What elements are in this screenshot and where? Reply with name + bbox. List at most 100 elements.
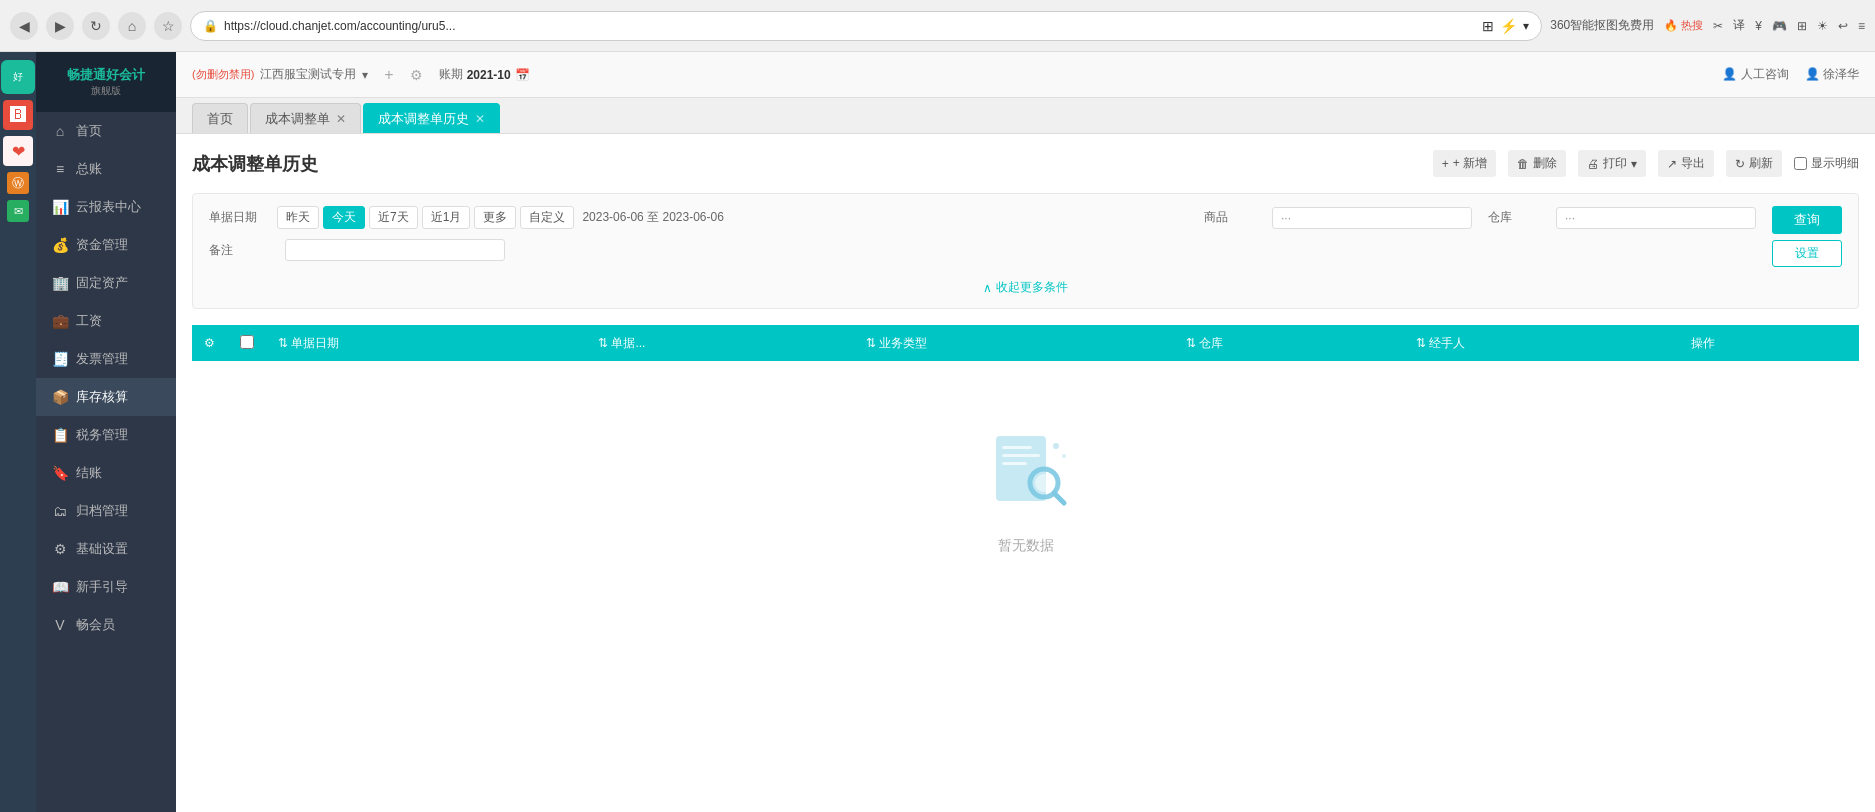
consultant-btn[interactable]: 👤 人工咨询 — [1722, 66, 1788, 83]
date-filter-label: 单据日期 — [209, 209, 269, 226]
th-warehouse[interactable]: ⇅ 仓库 — [1174, 325, 1404, 361]
sidebar-item-guide[interactable]: 📖 新手引导 — [36, 568, 176, 606]
date-btn-more[interactable]: 更多 — [474, 206, 516, 229]
sidebar-menu: ⌂首页≡总账📊云报表中心💰资金管理🏢固定资产💼工资🧾发票管理📦库存核算📋税务管理… — [36, 112, 176, 812]
company-dropdown-icon: ▾ — [362, 68, 368, 82]
undo-icon[interactable]: ↩ — [1838, 19, 1848, 33]
warehouse-select[interactable]: ··· — [1556, 207, 1756, 229]
tab-label-home: 首页 — [207, 110, 233, 128]
th-date-label: ⇅ — [278, 336, 288, 350]
query-btn[interactable]: 查询 — [1772, 206, 1842, 234]
refresh-button[interactable]: ↻ — [82, 12, 110, 40]
svg-rect-3 — [1002, 462, 1027, 465]
date-btn-yesterday[interactable]: 昨天 — [277, 206, 319, 229]
sidebar-item-archive[interactable]: 🗂归档管理 — [36, 492, 176, 530]
sidebar-label-vip: 畅会员 — [76, 616, 115, 634]
date-btn-1month[interactable]: 近1月 — [422, 206, 471, 229]
user-info[interactable]: 👤 徐泽华 — [1805, 66, 1859, 83]
company-name: 江西服宝测试专用 — [260, 66, 356, 83]
sidebar-item-inventory[interactable]: 📦库存核算 — [36, 378, 176, 416]
sidebar-icon-salary: 💼 — [52, 313, 68, 329]
tab-cost-adjust[interactable]: 成本调整单✕ — [250, 103, 361, 133]
sidebar-item-home[interactable]: ⌂首页 — [36, 112, 176, 150]
lightning-icon: ⚡ — [1500, 18, 1517, 34]
sidebar-label-guide: 新手引导 — [76, 578, 128, 596]
th-date[interactable]: ⇅ 单据日期 — [266, 325, 586, 361]
currency-icon[interactable]: ¥ — [1755, 19, 1762, 33]
translate-icon[interactable]: 译 — [1733, 17, 1745, 34]
period-selector[interactable]: 账期 2021-10 📅 — [439, 66, 530, 83]
print-dropdown-icon: ▾ — [1631, 157, 1637, 171]
sidebar-logo: 畅捷通好会计 旗舰版 — [36, 52, 176, 112]
setup-btn[interactable]: 设置 — [1772, 240, 1842, 267]
sidebar-item-vip[interactable]: V畅会员 — [36, 606, 176, 644]
icon-bar-item3[interactable]: ✉ — [7, 200, 29, 222]
sidebar-item-fixed-assets[interactable]: 🏢固定资产 — [36, 264, 176, 302]
display-checkbox[interactable] — [1794, 157, 1807, 170]
tab-close-cost-adjust[interactable]: ✕ — [336, 112, 346, 126]
sidebar-icon-guide: 📖 — [52, 579, 68, 595]
delete-btn[interactable]: 🗑 删除 — [1508, 150, 1566, 177]
sidebar-item-reports[interactable]: 📊云报表中心 — [36, 188, 176, 226]
sidebar-item-funds[interactable]: 💰资金管理 — [36, 226, 176, 264]
sidebar-item-ledger[interactable]: ≡总账 — [36, 150, 176, 188]
sidebar-item-settings[interactable]: ⚙基础设置 — [36, 530, 176, 568]
th-action: 操作 — [1679, 325, 1859, 361]
cut-icon[interactable]: ✂ — [1713, 19, 1723, 33]
sidebar-item-invoice[interactable]: 🧾发票管理 — [36, 340, 176, 378]
date-btn-today[interactable]: 今天 — [323, 206, 365, 229]
new-btn[interactable]: + + 新增 — [1433, 150, 1496, 177]
lock-icon: 🔒 — [203, 19, 218, 33]
sidebar-item-salary[interactable]: 💼工资 — [36, 302, 176, 340]
icon-bar-item1[interactable]: ❤ — [3, 136, 33, 166]
date-btn-custom[interactable]: 自定义 — [520, 206, 574, 229]
remark-input[interactable] — [285, 239, 505, 261]
th-handler[interactable]: ⇅ 经手人 — [1404, 325, 1679, 361]
refresh-btn[interactable]: ↻ 刷新 — [1726, 150, 1782, 177]
new-icon: + — [1442, 157, 1449, 171]
date-btn-7days[interactable]: 近7天 — [369, 206, 418, 229]
home-button[interactable]: ⌂ — [118, 12, 146, 40]
grid-icon: ⊞ — [1482, 18, 1494, 34]
settings-icon[interactable]: ⚙ — [410, 67, 423, 83]
tab-close-cost-adjust-history[interactable]: ✕ — [475, 112, 485, 126]
tab-cost-adjust-history[interactable]: 成本调整单历史✕ — [363, 103, 500, 133]
date-range: 2023-06-06 至 2023-06-06 — [582, 209, 723, 226]
forward-button[interactable]: ▶ — [46, 12, 74, 40]
th-number[interactable]: ⇅ 单据... — [586, 325, 854, 361]
filter-row-1: 单据日期 昨天今天近7天近1月更多自定义 2023-06-06 至 2023-0… — [209, 206, 1756, 229]
export-btn[interactable]: ↗ 导出 — [1658, 150, 1714, 177]
back-button[interactable]: ◀ — [10, 12, 38, 40]
tab-home[interactable]: 首页 — [192, 103, 248, 133]
add-company-btn[interactable]: + — [384, 66, 393, 84]
sidebar-item-closing[interactable]: 🔖结账 — [36, 454, 176, 492]
star-button[interactable]: ☆ — [154, 12, 182, 40]
collapse-btn[interactable]: ∧ 收起更多条件 — [983, 279, 1068, 296]
th-checkbox[interactable] — [228, 325, 266, 361]
print-btn[interactable]: 🖨 打印 ▾ — [1578, 150, 1646, 177]
svg-rect-2 — [1002, 454, 1040, 457]
address-bar[interactable]: 🔒 https://cloud.chanjet.com/accounting/u… — [190, 11, 1542, 41]
windows-icon[interactable]: ⊞ — [1797, 19, 1807, 33]
browser-toolbar: 360智能抠图免费用 🔥 热搜 ✂ 译 ¥ 🎮 ⊞ ☀ ↩ ≡ — [1550, 17, 1865, 34]
icon-bar: 好 🅱 ❤ Ⓦ ✉ — [0, 52, 36, 812]
menu-icon[interactable]: ≡ — [1858, 19, 1865, 33]
th-settings[interactable]: ⚙ — [192, 325, 228, 361]
sidebar-item-tax[interactable]: 📋税务管理 — [36, 416, 176, 454]
sun-icon[interactable]: ☀ — [1817, 19, 1828, 33]
filter-row-2: 备注 — [209, 239, 1756, 261]
th-biztype[interactable]: ⇅ 业务类型 — [854, 325, 1174, 361]
sidebar-icon-reports: 📊 — [52, 199, 68, 215]
game-icon[interactable]: 🎮 — [1772, 19, 1787, 33]
icon-bar-item2[interactable]: Ⓦ — [7, 172, 29, 194]
settings-icon[interactable]: ⚙ — [204, 336, 215, 350]
th-biztype-sort: ⇅ — [866, 336, 876, 350]
print-icon: 🖨 — [1587, 157, 1599, 171]
sidebar-label-tax: 税务管理 — [76, 426, 128, 444]
page-actions: + + 新增 🗑 删除 🖨 打印 ▾ ↗ 导出 — [1433, 150, 1859, 177]
product-select[interactable]: ··· — [1272, 207, 1472, 229]
display-toggle[interactable]: 显示明细 — [1794, 155, 1859, 172]
company-selector[interactable]: (勿删勿禁用) 江西服宝测试专用 ▾ — [192, 66, 368, 83]
refresh-icon: ↻ — [1735, 157, 1745, 171]
select-all-checkbox[interactable] — [240, 335, 254, 349]
